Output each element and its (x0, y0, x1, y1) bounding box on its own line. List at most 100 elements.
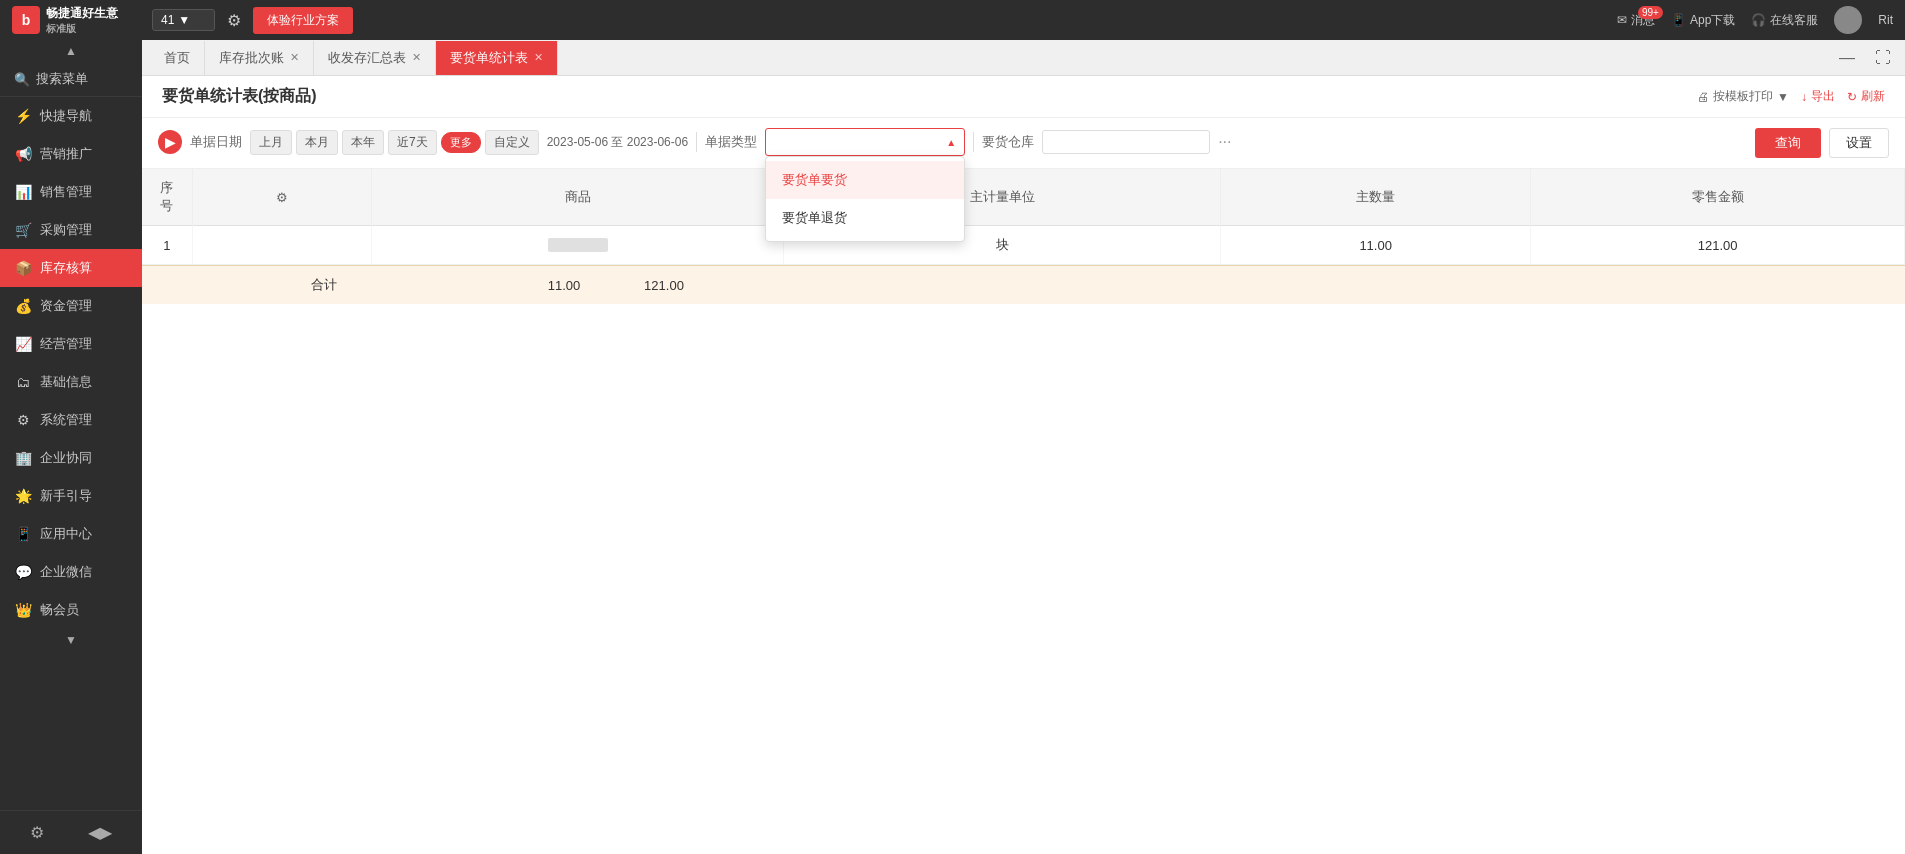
sidebar-item-purchase[interactable]: 🛒 采购管理 (0, 211, 142, 249)
tab-batch[interactable]: 库存批次账 ✕ (205, 41, 314, 75)
message-btn[interactable]: ✉ 消息 99+ (1617, 12, 1655, 29)
col-product: 商品 (371, 169, 783, 226)
table-header-row: 序号 ⚙ 商品 主计量单位 主数量 零售金额 (142, 169, 1905, 226)
user-avatar[interactable] (1834, 6, 1862, 34)
page-title-bar: 要货单统计表(按商品) 🖨 按模板打印 ▼ ↓ 导出 ↻ 刷新 (142, 76, 1905, 118)
tab-expand-btn[interactable]: ⛶ (1869, 47, 1897, 69)
print-label: 按模板打印 (1713, 88, 1773, 105)
sales-icon: 📊 (14, 184, 32, 200)
tab-home[interactable]: 首页 (150, 41, 205, 75)
app-subtitle: 标准版 (46, 22, 118, 36)
table-footer: 合计 11.00 121.00 (142, 265, 1905, 304)
guide-icon: 🌟 (14, 488, 32, 504)
sidebar-operation-label: 经营管理 (40, 335, 92, 353)
sidebar-inventory-label: 库存核算 (40, 259, 92, 277)
sidebar-item-quicknav[interactable]: ⚡ 快捷导航 (0, 97, 142, 135)
sidebar-item-guide[interactable]: 🌟 新手引导 (0, 477, 142, 515)
sidebar-guide-label: 新手引导 (40, 487, 92, 505)
online-service-btn[interactable]: 🎧 在线客服 (1751, 12, 1818, 29)
store-selector[interactable]: 41 ▼ (152, 9, 215, 31)
filter-right: 查询 设置 (1755, 128, 1889, 158)
dropdown-option-order-purchase[interactable]: 要货单要货 (766, 161, 964, 199)
print-template-btn[interactable]: 🖨 按模板打印 ▼ (1697, 88, 1789, 105)
export-icon: ↓ (1801, 90, 1807, 104)
tab-inout-close-icon[interactable]: ✕ (412, 51, 421, 64)
data-table: 序号 ⚙ 商品 主计量单位 主数量 零售金额 1 (142, 169, 1905, 265)
table-container: 序号 ⚙ 商品 主计量单位 主数量 零售金额 1 (142, 169, 1905, 265)
date-btn-last-7days[interactable]: 近7天 (388, 130, 437, 155)
refresh-btn[interactable]: ↻ 刷新 (1847, 88, 1885, 105)
sidebar-search-label: 搜索菜单 (36, 70, 88, 88)
export-btn[interactable]: ↓ 导出 (1801, 88, 1835, 105)
cell-amount: 121.00 (1531, 226, 1905, 265)
user-name-text: Rit (1878, 13, 1893, 27)
app-download-btn[interactable]: 📱 App下载 (1671, 12, 1735, 29)
tab-minimize-btn[interactable]: — (1833, 47, 1861, 69)
col-settings[interactable]: ⚙ (192, 169, 371, 226)
tab-bar: 首页 库存批次账 ✕ 收发存汇总表 ✕ 要货单统计表 ✕ — ⛶ (142, 40, 1905, 76)
sidebar-item-finance[interactable]: 💰 资金管理 (0, 287, 142, 325)
tab-batch-close-icon[interactable]: ✕ (290, 51, 299, 64)
sidebar-item-member[interactable]: 👑 畅会员 (0, 591, 142, 629)
col-qty: 主数量 (1220, 169, 1530, 226)
header-gear-icon[interactable]: ⚙ (223, 7, 245, 34)
sidebar-scroll-down[interactable]: ▼ (0, 629, 142, 651)
sidebar-item-search[interactable]: 🔍 搜索菜单 (0, 62, 142, 97)
app-title: 畅捷通好生意 (46, 5, 118, 22)
sidebar-settings-btn[interactable]: ⚙ (26, 819, 48, 846)
sidebar-item-inventory[interactable]: 📦 库存核算 (0, 249, 142, 287)
type-wrapper: ▲ 要货单要货 要货单退货 (765, 128, 965, 156)
col-amount: 零售金额 (1531, 169, 1905, 226)
app-download-label: App下载 (1690, 12, 1735, 29)
title-actions: 🖨 按模板打印 ▼ ↓ 导出 ↻ 刷新 (1697, 88, 1885, 105)
sidebar-item-apps[interactable]: 📱 应用中心 (0, 515, 142, 553)
sidebar-apps-label: 应用中心 (40, 525, 92, 543)
tab-batch-label: 库存批次账 (219, 49, 284, 67)
store-name: 41 (161, 13, 174, 27)
basic-icon: 🗂 (14, 374, 32, 390)
tab-inout[interactable]: 收发存汇总表 ✕ (314, 41, 436, 75)
sidebar-item-marketing[interactable]: 📢 营销推广 (0, 135, 142, 173)
type-input[interactable]: ▲ (765, 128, 965, 156)
filter-settings-button[interactable]: 设置 (1829, 128, 1889, 158)
date-btn-custom[interactable]: 自定义 (485, 130, 539, 155)
filter-expand-btn[interactable]: ▶ (158, 130, 182, 154)
tab-order-label: 要货单统计表 (450, 49, 528, 67)
quicknav-icon: ⚡ (14, 108, 32, 124)
footer-amount: 121.00 (614, 278, 714, 293)
filter-divider-2 (973, 132, 974, 152)
marketing-icon: 📢 (14, 146, 32, 162)
sidebar-item-system[interactable]: ⚙ 系统管理 (0, 401, 142, 439)
trial-button[interactable]: 体验行业方案 (253, 7, 353, 34)
query-button[interactable]: 查询 (1755, 128, 1821, 158)
date-btn-this-month[interactable]: 本月 (296, 130, 338, 155)
sidebar-collapse-btn[interactable]: ◀▶ (84, 819, 116, 846)
operation-icon: 📈 (14, 336, 32, 352)
filter-more-btn[interactable]: ··· (1218, 133, 1231, 151)
tab-home-label: 首页 (164, 49, 190, 67)
date-btn-this-year[interactable]: 本年 (342, 130, 384, 155)
main-layout: ▲ 🔍 搜索菜单 ⚡ 快捷导航 📢 营销推广 📊 销售管理 🛒 采购管理 📦 库… (0, 40, 1905, 854)
date-btn-last-month[interactable]: 上月 (250, 130, 292, 155)
sidebar-item-sales[interactable]: 📊 销售管理 (0, 173, 142, 211)
dropdown-option-order-return[interactable]: 要货单退货 (766, 199, 964, 237)
date-btn-more[interactable]: 更多 (441, 132, 481, 153)
sidebar-item-operation[interactable]: 📈 经营管理 (0, 325, 142, 363)
export-label: 导出 (1811, 88, 1835, 105)
sidebar-item-enterprise[interactable]: 🏢 企业协同 (0, 439, 142, 477)
message-icon: ✉ (1617, 13, 1627, 27)
sidebar-item-wechat[interactable]: 💬 企业微信 (0, 553, 142, 591)
tab-order[interactable]: 要货单统计表 ✕ (436, 41, 558, 75)
phone-icon: 📱 (1671, 13, 1686, 27)
logo-area: b 畅捷通好生意 标准版 (12, 5, 152, 36)
sidebar-scroll-up[interactable]: ▲ (0, 40, 142, 62)
enterprise-icon: 🏢 (14, 450, 32, 466)
sidebar-system-label: 系统管理 (40, 411, 92, 429)
sidebar-marketing-label: 营销推广 (40, 145, 92, 163)
warehouse-input[interactable] (1042, 130, 1210, 154)
content-area: 首页 库存批次账 ✕ 收发存汇总表 ✕ 要货单统计表 ✕ — ⛶ 要 (142, 40, 1905, 854)
header-right: ✉ 消息 99+ 📱 App下载 🎧 在线客服 Rit (1617, 6, 1893, 34)
sidebar-item-basic[interactable]: 🗂 基础信息 (0, 363, 142, 401)
purchase-icon: 🛒 (14, 222, 32, 238)
tab-order-close-icon[interactable]: ✕ (534, 51, 543, 64)
